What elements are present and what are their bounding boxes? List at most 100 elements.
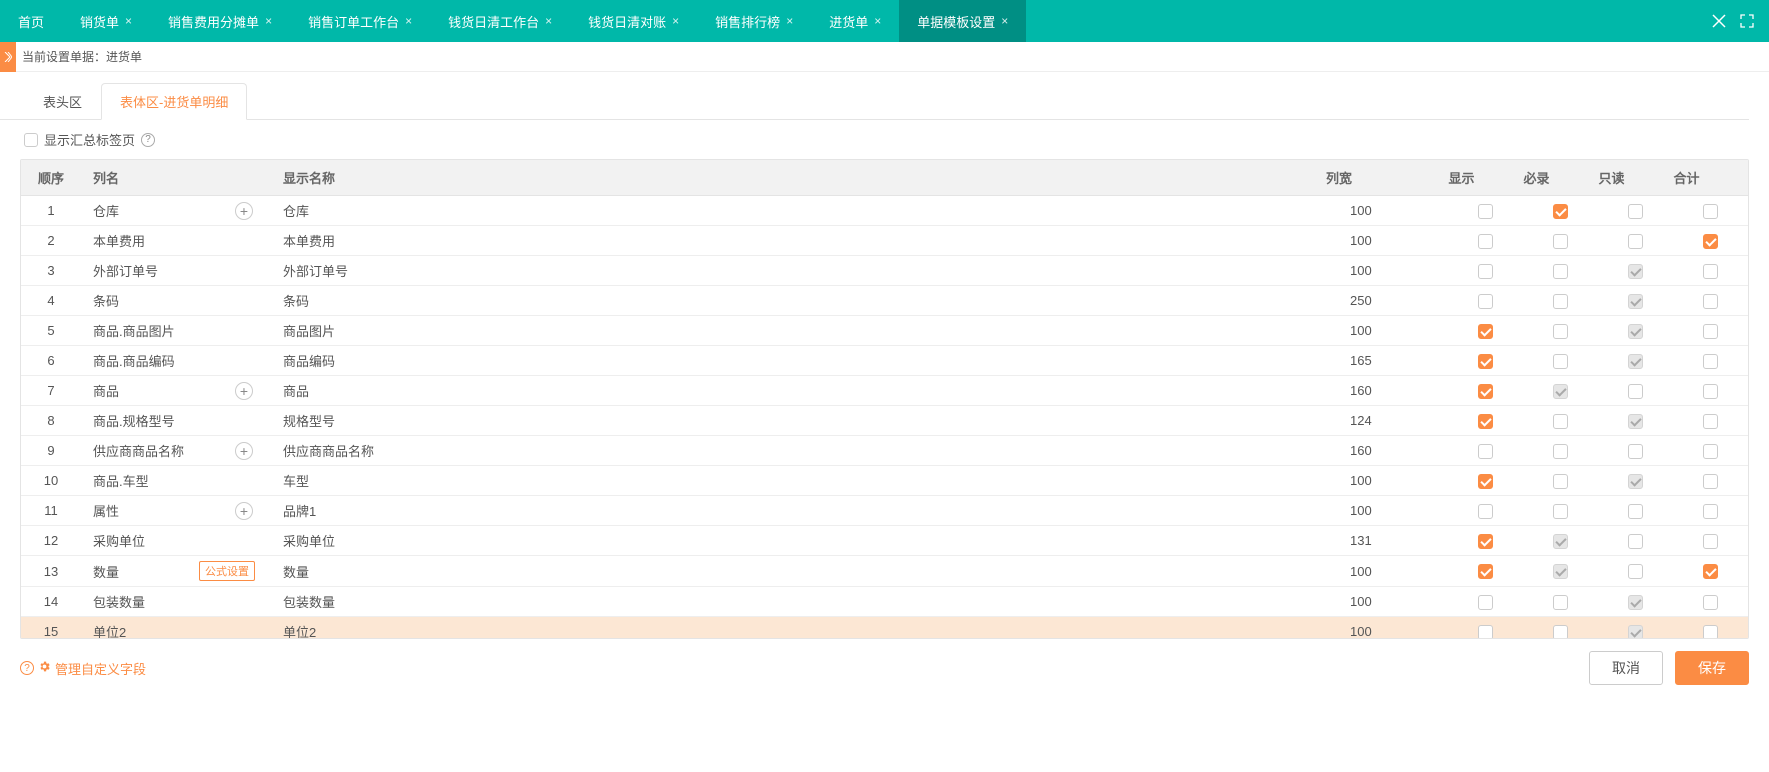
cell-display-name[interactable]: 单位2	[271, 617, 1338, 638]
top-tab[interactable]: 钱货日清对账×	[570, 0, 697, 42]
checkbox-show[interactable]	[1478, 444, 1493, 459]
table-row[interactable]: 3外部订单号外部订单号100	[21, 256, 1748, 286]
close-icon[interactable]: ×	[125, 14, 132, 28]
checkbox-req[interactable]	[1553, 444, 1568, 459]
table-row[interactable]: 5商品.商品图片商品图片100	[21, 316, 1748, 346]
top-tab[interactable]: 钱货日清工作台×	[430, 0, 570, 42]
checkbox-ro[interactable]	[1628, 234, 1643, 249]
sub-tab[interactable]: 表头区	[24, 83, 101, 120]
cell-display-name[interactable]: 车型	[271, 466, 1338, 495]
table-row[interactable]: 11属性+品牌1100	[21, 496, 1748, 526]
table-body-scroll[interactable]: 1仓库+仓库1002本单费用本单费用1003外部订单号外部订单号1004条码条码…	[21, 196, 1748, 638]
show-summary-tab-checkbox[interactable]	[24, 133, 38, 147]
top-tab[interactable]: 销售订单工作台×	[290, 0, 430, 42]
checkbox-sum[interactable]	[1703, 414, 1718, 429]
cell-display-name[interactable]: 商品编码	[271, 346, 1338, 375]
close-icon[interactable]: ×	[545, 14, 552, 28]
close-icon[interactable]: ×	[672, 14, 679, 28]
table-row[interactable]: 8商品.规格型号规格型号124	[21, 406, 1748, 436]
checkbox-sum[interactable]	[1703, 354, 1718, 369]
add-icon[interactable]: +	[235, 442, 253, 460]
top-tab[interactable]: 进货单×	[811, 0, 899, 42]
checkbox-req[interactable]	[1553, 474, 1568, 489]
add-icon[interactable]: +	[235, 502, 253, 520]
checkbox-req[interactable]	[1553, 504, 1568, 519]
checkbox-show[interactable]	[1478, 324, 1493, 339]
table-row[interactable]: 13数量公式设置数量100	[21, 556, 1748, 587]
checkbox-sum[interactable]	[1703, 504, 1718, 519]
checkbox-req[interactable]	[1553, 595, 1568, 610]
checkbox-show[interactable]	[1478, 204, 1493, 219]
checkbox-sum[interactable]	[1703, 324, 1718, 339]
cell-width[interactable]: 100	[1338, 559, 1448, 584]
table-row[interactable]: 6商品.商品编码商品编码165	[21, 346, 1748, 376]
checkbox-req[interactable]	[1553, 354, 1568, 369]
table-row[interactable]: 7商品+商品160	[21, 376, 1748, 406]
fullscreen-icon[interactable]	[1733, 0, 1761, 42]
top-tab[interactable]: 单据模板设置×	[899, 0, 1026, 42]
cell-width[interactable]: 100	[1338, 198, 1448, 223]
checkbox-sum[interactable]	[1703, 294, 1718, 309]
checkbox-show[interactable]	[1478, 564, 1493, 579]
table-row[interactable]: 4条码条码250	[21, 286, 1748, 316]
cell-width[interactable]: 100	[1338, 498, 1448, 523]
checkbox-sum[interactable]	[1703, 234, 1718, 249]
cell-display-name[interactable]: 本单费用	[271, 226, 1338, 255]
checkbox-sum[interactable]	[1703, 204, 1718, 219]
close-icon[interactable]: ×	[874, 14, 881, 28]
add-icon[interactable]: +	[235, 382, 253, 400]
help-icon[interactable]: ?	[141, 133, 155, 147]
table-row[interactable]: 12采购单位采购单位131	[21, 526, 1748, 556]
cell-width[interactable]: 100	[1338, 228, 1448, 253]
cell-display-name[interactable]: 数量	[271, 557, 1338, 586]
close-icon[interactable]: ×	[786, 14, 793, 28]
checkbox-ro[interactable]	[1628, 204, 1643, 219]
checkbox-show[interactable]	[1478, 504, 1493, 519]
close-icon[interactable]: ×	[265, 14, 272, 28]
checkbox-show[interactable]	[1478, 595, 1493, 610]
top-tab[interactable]: 销售排行榜×	[697, 0, 811, 42]
checkbox-req[interactable]	[1553, 234, 1568, 249]
checkbox-sum[interactable]	[1703, 264, 1718, 279]
cell-width[interactable]: 165	[1338, 348, 1448, 373]
checkbox-req[interactable]	[1553, 414, 1568, 429]
formula-setting-button[interactable]: 公式设置	[199, 561, 255, 581]
table-row[interactable]: 10商品.车型车型100	[21, 466, 1748, 496]
close-icon[interactable]: ×	[405, 14, 412, 28]
checkbox-req[interactable]	[1553, 264, 1568, 279]
cell-display-name[interactable]: 采购单位	[271, 526, 1338, 555]
top-tab[interactable]: 首页	[0, 0, 62, 42]
cell-width[interactable]: 124	[1338, 408, 1448, 433]
add-icon[interactable]: +	[235, 202, 253, 220]
cell-display-name[interactable]: 规格型号	[271, 406, 1338, 435]
table-row[interactable]: 14包装数量包装数量100	[21, 587, 1748, 617]
cell-display-name[interactable]: 供应商商品名称	[271, 436, 1338, 465]
checkbox-show[interactable]	[1478, 625, 1493, 638]
cell-width[interactable]: 100	[1338, 468, 1448, 493]
checkbox-req[interactable]	[1553, 625, 1568, 638]
cell-width[interactable]: 250	[1338, 288, 1448, 313]
checkbox-show[interactable]	[1478, 384, 1493, 399]
checkbox-ro[interactable]	[1628, 504, 1643, 519]
save-button[interactable]: 保存	[1675, 651, 1749, 685]
checkbox-ro[interactable]	[1628, 444, 1643, 459]
cancel-button[interactable]: 取消	[1589, 651, 1663, 685]
cell-display-name[interactable]: 商品图片	[271, 316, 1338, 345]
checkbox-show[interactable]	[1478, 354, 1493, 369]
checkbox-ro[interactable]	[1628, 534, 1643, 549]
checkbox-sum[interactable]	[1703, 564, 1718, 579]
top-tab[interactable]: 销售费用分摊单×	[150, 0, 290, 42]
cell-width[interactable]: 160	[1338, 438, 1448, 463]
top-tab[interactable]: 销货单×	[62, 0, 150, 42]
help-icon[interactable]: ?	[20, 661, 34, 675]
table-row[interactable]: 15单位2单位2100	[21, 617, 1748, 638]
manage-custom-fields-link[interactable]: 管理自定义字段	[55, 659, 146, 678]
checkbox-sum[interactable]	[1703, 444, 1718, 459]
checkbox-req[interactable]	[1553, 324, 1568, 339]
cell-display-name[interactable]: 商品	[271, 376, 1338, 405]
cell-display-name[interactable]: 外部订单号	[271, 256, 1338, 285]
checkbox-show[interactable]	[1478, 474, 1493, 489]
checkbox-show[interactable]	[1478, 534, 1493, 549]
checkbox-ro[interactable]	[1628, 384, 1643, 399]
table-row[interactable]: 1仓库+仓库100	[21, 196, 1748, 226]
